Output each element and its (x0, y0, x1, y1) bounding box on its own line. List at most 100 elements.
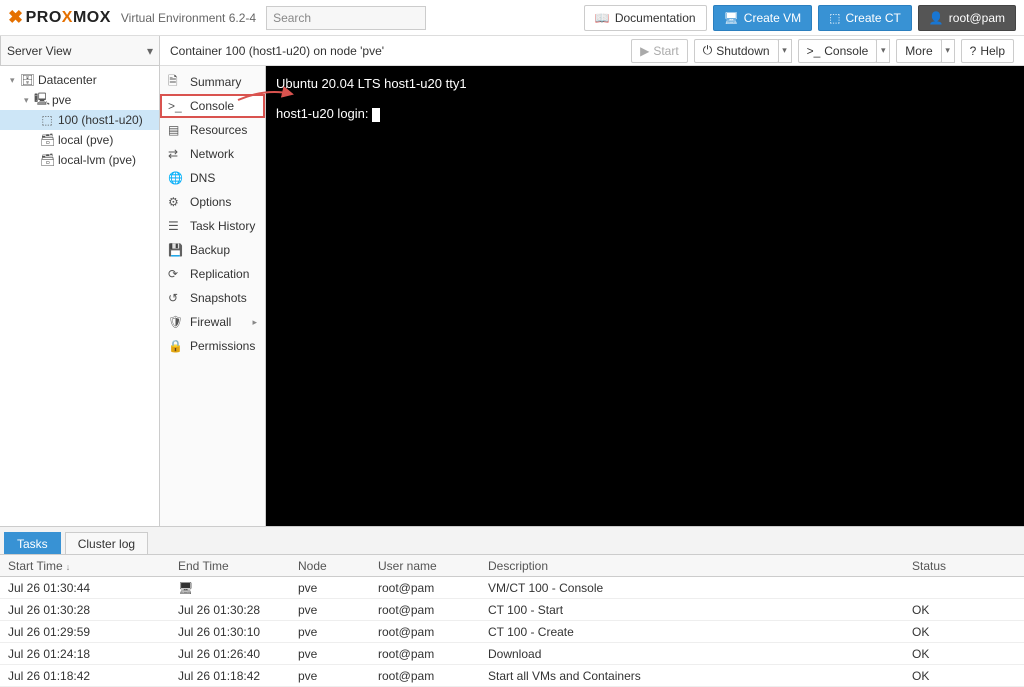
cell-user: root@pam (370, 647, 480, 661)
cursor-icon (372, 108, 380, 122)
cell-user: root@pam (370, 603, 480, 617)
cell-user: root@pam (370, 625, 480, 639)
monitor-icon: 🖥 (724, 11, 739, 25)
tree-node-pve[interactable]: ▾🖳pve (0, 90, 159, 110)
menu-firewall[interactable]: 🛡Firewall▸ (160, 310, 265, 334)
resource-tree: ▾🗄Datacenter ▾🖳pve ⬚100 (host1-u20) 🗃loc… (0, 66, 160, 526)
menu-options[interactable]: ⚙Options (160, 190, 265, 214)
network-icon: ⇄ (168, 147, 184, 161)
more-button[interactable]: More (896, 39, 941, 63)
secondary-bar: Server View ▾ Container 100 (host1-u20) … (0, 36, 1024, 66)
gear-icon: ⚙ (168, 195, 184, 209)
book-icon: 📖 (595, 11, 610, 25)
console-button[interactable]: >_Console (798, 39, 878, 63)
console-line (276, 91, 1014, 106)
documentation-button[interactable]: 📖Documentation (584, 5, 707, 31)
cell-status: OK (904, 647, 1024, 661)
col-description[interactable]: Description (480, 559, 904, 573)
content-header: Container 100 (host1-u20) on node 'pve' … (160, 36, 1024, 66)
cell-desc: CT 100 - Create (480, 625, 904, 639)
console-dropdown[interactable]: ▾ (876, 39, 890, 63)
note-icon: 🗎 (168, 72, 184, 93)
monitor-icon: 🖥 (178, 581, 193, 595)
col-node[interactable]: Node (290, 559, 370, 573)
logo-text-x: X (62, 9, 73, 27)
tab-tasks[interactable]: Tasks (4, 532, 61, 554)
menu-resources[interactable]: ▤Resources (160, 118, 265, 142)
table-row[interactable]: Jul 26 01:30:44🖥pveroot@pamVM/CT 100 - C… (0, 577, 1024, 599)
cell-node: pve (290, 581, 370, 595)
table-row[interactable]: Jul 26 01:29:59Jul 26 01:30:10pveroot@pa… (0, 621, 1024, 643)
storage-icon: 🗃 (40, 153, 54, 167)
shield-icon: 🛡 (168, 315, 184, 329)
lock-icon: 🔒 (168, 339, 184, 353)
menu-replication[interactable]: ⟳Replication (160, 262, 265, 286)
create-vm-button[interactable]: 🖥Create VM (713, 5, 813, 31)
menu-dns[interactable]: 🌐DNS (160, 166, 265, 190)
cube-icon: ⬚ (829, 11, 840, 25)
node-icon: 🖳 (34, 90, 48, 111)
search-input[interactable]: Search (266, 6, 426, 30)
more-dropdown[interactable]: ▾ (941, 39, 955, 63)
cell-node: pve (290, 647, 370, 661)
tree-ct-100[interactable]: ⬚100 (host1-u20) (0, 110, 159, 130)
menu-backup[interactable]: 💾Backup (160, 238, 265, 262)
menu-permissions[interactable]: 🔒Permissions (160, 334, 265, 358)
chevron-down-icon: ▾ (147, 44, 153, 58)
menu-snapshots[interactable]: ↺Snapshots (160, 286, 265, 310)
server-view-selector[interactable]: Server View ▾ (0, 36, 160, 66)
save-icon: 💾 (168, 243, 184, 257)
menu-task-history[interactable]: ☰Task History (160, 214, 265, 238)
table-row[interactable]: Jul 26 01:30:28Jul 26 01:30:28pveroot@pa… (0, 599, 1024, 621)
col-start-time[interactable]: Start Time↓ (0, 559, 170, 573)
task-table-header: Start Time↓ End Time Node User name Desc… (0, 555, 1024, 577)
cell-status: OK (904, 669, 1024, 683)
replication-icon: ⟳ (168, 267, 184, 281)
menu-summary[interactable]: 🗎Summary (160, 70, 265, 94)
col-status[interactable]: Status (904, 559, 1024, 573)
play-icon: ▶ (640, 44, 649, 58)
cell-end: 🖥 (170, 581, 290, 595)
cell-desc: Start all VMs and Containers (480, 669, 904, 683)
menu-network[interactable]: ⇄Network (160, 142, 265, 166)
table-row[interactable]: Jul 26 01:18:42Jul 26 01:18:42pveroot@pa… (0, 665, 1024, 687)
tree-storage-locallvm[interactable]: 🗃local-lvm (pve) (0, 150, 159, 170)
console-view[interactable]: Ubuntu 20.04 LTS host1-u20 tty1 host1-u2… (266, 66, 1024, 526)
terminal-icon: >_ (168, 99, 184, 113)
terminal-icon: >_ (807, 44, 821, 58)
console-login-prompt: host1-u20 login: (276, 106, 1014, 122)
menu-console[interactable]: >_Console (160, 94, 265, 118)
tree-datacenter[interactable]: ▾🗄Datacenter (0, 70, 159, 90)
container-icon: ⬚ (40, 113, 54, 127)
col-user[interactable]: User name (370, 559, 480, 573)
shutdown-dropdown[interactable]: ▾ (778, 39, 792, 63)
cell-start: Jul 26 01:29:59 (0, 625, 170, 639)
power-icon: ⏻ (703, 43, 713, 58)
shutdown-button[interactable]: ⏻Shutdown (694, 39, 779, 63)
user-menu-button[interactable]: 👤root@pam (918, 5, 1016, 31)
cell-node: pve (290, 625, 370, 639)
logo-x-icon: ✖ (8, 7, 24, 28)
user-icon: 👤 (929, 11, 944, 25)
content-title: Container 100 (host1-u20) on node 'pve' (170, 44, 384, 58)
cell-end: Jul 26 01:30:28 (170, 603, 290, 617)
help-button[interactable]: ?Help (961, 39, 1014, 63)
start-button[interactable]: ▶Start (631, 39, 688, 63)
main-area: ▾🗄Datacenter ▾🖳pve ⬚100 (host1-u20) 🗃loc… (0, 66, 1024, 526)
logo-text-mox: MOX (73, 9, 111, 27)
cell-desc: VM/CT 100 - Console (480, 581, 904, 595)
table-row[interactable]: Jul 26 01:24:18Jul 26 01:26:40pveroot@pa… (0, 643, 1024, 665)
cell-start: Jul 26 01:30:28 (0, 603, 170, 617)
cell-start: Jul 26 01:18:42 (0, 669, 170, 683)
console-line: Ubuntu 20.04 LTS host1-u20 tty1 (276, 76, 1014, 91)
tree-storage-local[interactable]: 🗃local (pve) (0, 130, 159, 150)
col-end-time[interactable]: End Time (170, 559, 290, 573)
cell-start: Jul 26 01:24:18 (0, 647, 170, 661)
cell-node: pve (290, 603, 370, 617)
server-icon: 🗄 (20, 73, 34, 87)
create-ct-button[interactable]: ⬚Create CT (818, 5, 912, 31)
tab-cluster-log[interactable]: Cluster log (65, 532, 148, 554)
cell-desc: Download (480, 647, 904, 661)
cell-end: Jul 26 01:18:42 (170, 669, 290, 683)
bottom-tab-bar: Tasks Cluster log (0, 526, 1024, 554)
